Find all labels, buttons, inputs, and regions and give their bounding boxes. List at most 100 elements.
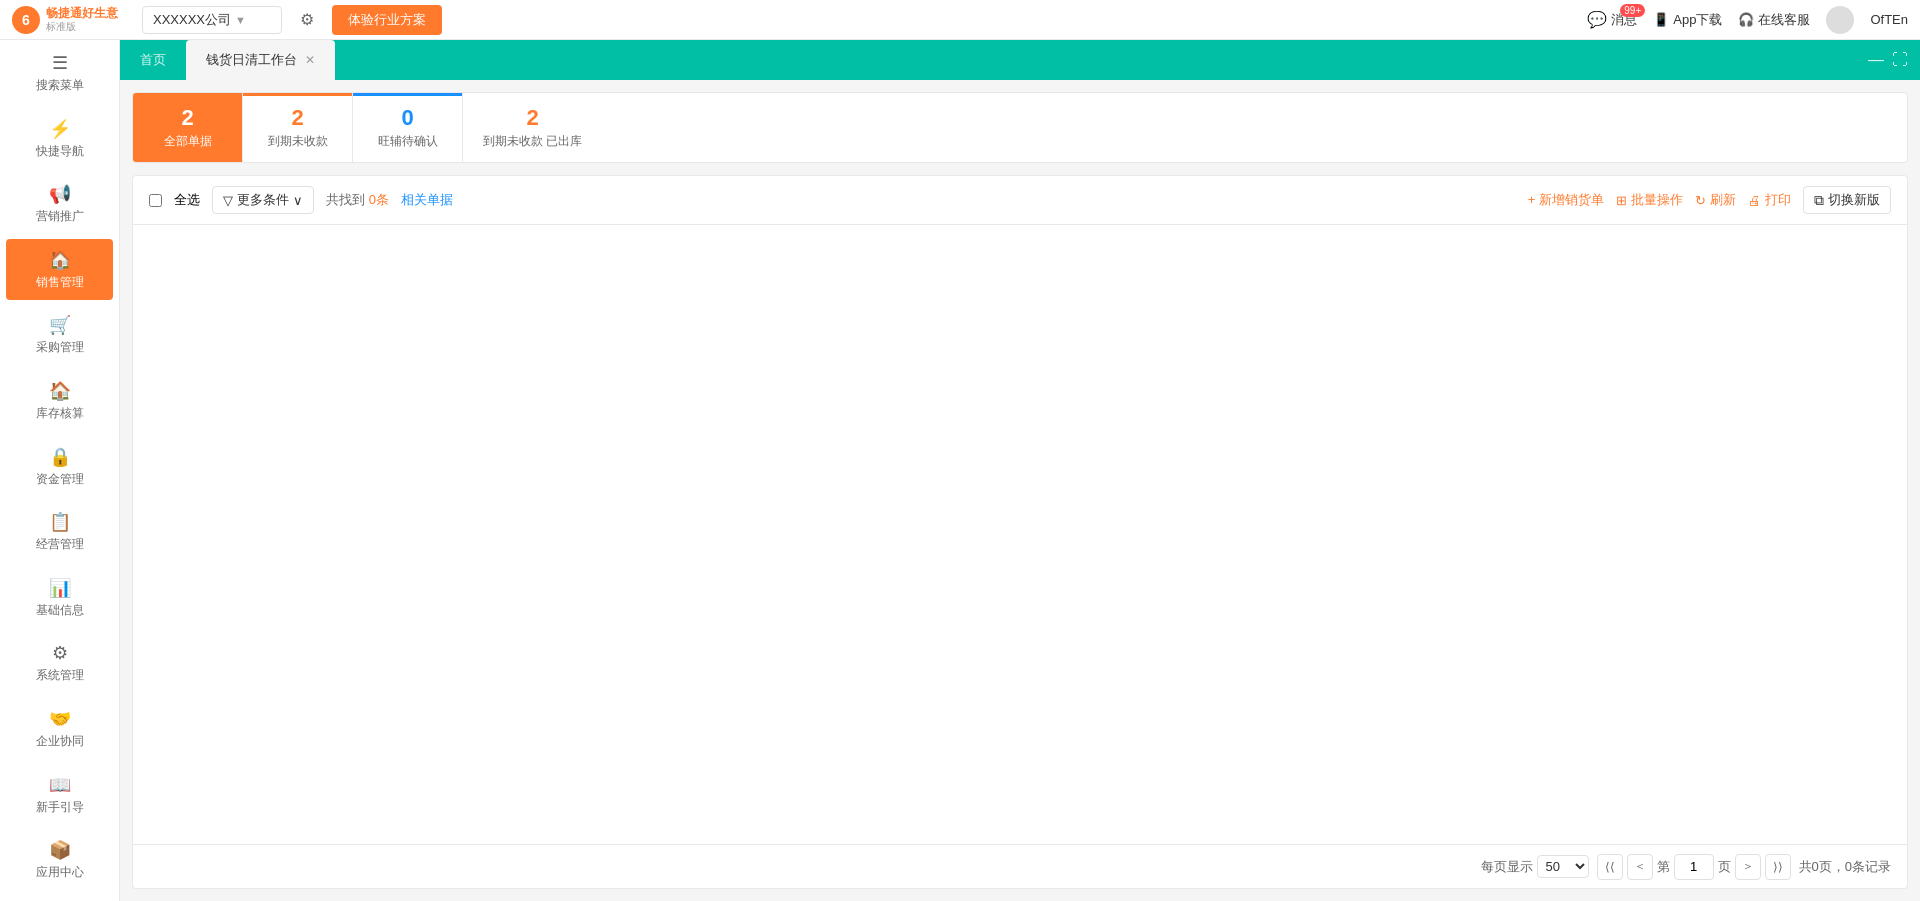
basic-info-icon: 📊	[49, 577, 71, 599]
tab-minimize-button[interactable]: —	[1868, 51, 1884, 69]
sidebar-label-purchase: 采购管理	[36, 340, 84, 356]
switch-icon: ⧉	[1814, 192, 1824, 209]
settings-button[interactable]: ⚙	[292, 5, 322, 35]
company-selector[interactable]: XXXXXX公司 ▼	[142, 6, 282, 34]
experience-btn[interactable]: 体验行业方案	[332, 5, 442, 35]
sidebar-label-search-menu: 搜索菜单	[36, 78, 84, 94]
sidebar-item-enterprise[interactable]: 🤝 企业协同	[6, 698, 113, 760]
tab-maximize-button[interactable]: ⛶	[1892, 51, 1908, 69]
sidebar-item-search-menu[interactable]: ☰ 搜索菜单	[6, 42, 113, 104]
stats-tabs: 2 全部单据 2 到期未收款 0 旺辅待确认 2 到期未收款 已出库	[132, 92, 1908, 163]
found-count: 0条	[369, 192, 389, 207]
sidebar-label-app-center: 应用中心	[36, 865, 84, 881]
filter-button[interactable]: ▽ 更多条件 ∨	[212, 186, 314, 214]
online-service-label: 在线客服	[1758, 11, 1810, 29]
sidebar-label-enterprise: 企业协同	[36, 734, 84, 750]
tab-bar-actions: — ⛶	[1868, 51, 1920, 69]
online-service-button[interactable]: 🎧 在线客服	[1738, 11, 1810, 29]
page-label-end: 页	[1718, 858, 1731, 876]
message-badge: 99+	[1620, 4, 1645, 17]
first-page-button[interactable]: ⟨⟨	[1597, 854, 1623, 880]
found-text: 共找到 0条	[326, 191, 389, 209]
page-content: 2 全部单据 2 到期未收款 0 旺辅待确认 2 到期未收款 已出库	[120, 80, 1920, 901]
next-page-button[interactable]: ＞	[1735, 854, 1761, 880]
sidebar-item-sales[interactable]: 🏠 销售管理	[6, 239, 113, 301]
last-page-button[interactable]: ⟩⟩	[1765, 854, 1791, 880]
batch-operation-button[interactable]: ⊞ 批量操作	[1616, 191, 1683, 209]
sidebar-label-system: 系统管理	[36, 668, 84, 684]
found-prefix: 共找到	[326, 192, 365, 207]
related-link[interactable]: 相关单据	[401, 191, 453, 209]
capital-icon: 🔒	[49, 446, 71, 468]
sales-icon: 🏠	[49, 249, 71, 271]
refresh-button[interactable]: ↻ 刷新	[1695, 191, 1736, 209]
tab-home-label: 首页	[140, 51, 166, 69]
pending-top-border	[353, 93, 462, 96]
tab-work[interactable]: 钱货日清工作台 ✕	[186, 40, 335, 80]
sidebar-label-guide: 新手引导	[36, 800, 84, 816]
stat-tab-shipped[interactable]: 2 到期未收款 已出库	[463, 93, 602, 162]
stat-tab-pending[interactable]: 0 旺辅待确认	[353, 93, 463, 162]
content-area: 首页 钱货日清工作台 ✕ — ⛶ 2 全部单据 2	[120, 40, 1920, 901]
sidebar-label-basic-info: 基础信息	[36, 603, 84, 619]
top-header: 6 畅捷通好生意 标准版 XXXXXX公司 ▼ ⚙ 体验行业方案 💬 消息 99…	[0, 0, 1920, 40]
sidebar-item-quick-nav[interactable]: ⚡ 快捷导航	[6, 108, 113, 170]
enterprise-icon: 🤝	[49, 708, 71, 730]
main-layout: ☰ 搜索菜单 ⚡ 快捷导航 📢 营销推广 🏠 销售管理 🛒 采购管理 🏠 库存核…	[0, 40, 1920, 901]
stat-tab-overdue[interactable]: 2 到期未收款	[243, 93, 353, 162]
tab-home[interactable]: 首页	[120, 40, 186, 80]
tab-close-icon[interactable]: ✕	[305, 53, 315, 67]
stat-tab-all[interactable]: 2 全部单据	[133, 93, 243, 162]
sidebar-item-operation[interactable]: 📋 经营管理	[6, 501, 113, 563]
toolbar: 全选 ▽ 更多条件 ∨ 共找到 0条 相关单据 + 新增销货单 ⊞	[132, 175, 1908, 225]
switch-label: 切换新版	[1828, 191, 1880, 209]
page-size-label: 每页显示	[1481, 858, 1533, 876]
app-center-icon: 📦	[49, 839, 71, 861]
prev-page-button[interactable]: ＜	[1627, 854, 1653, 880]
page-label: 第	[1657, 858, 1670, 876]
purchase-icon: 🛒	[49, 314, 71, 336]
sidebar-item-system[interactable]: ⚙ 系统管理	[6, 632, 113, 694]
user-avatar[interactable]	[1826, 6, 1854, 34]
inventory-icon: 🏠	[49, 380, 71, 402]
sidebar-item-wechat[interactable]: 💬 企业微信	[6, 895, 113, 901]
stat-label-all: 全部单据	[153, 133, 222, 150]
page-size-select[interactable]: 50 100 200	[1537, 855, 1589, 878]
filter-label: 更多条件	[237, 191, 289, 209]
print-label: 打印	[1765, 191, 1791, 209]
sidebar-item-capital[interactable]: 🔒 资金管理	[6, 436, 113, 498]
batch-icon: ⊞	[1616, 193, 1627, 208]
print-button[interactable]: 🖨 打印	[1748, 191, 1791, 209]
sidebar-item-app-center[interactable]: 📦 应用中心	[6, 829, 113, 891]
table-area	[132, 225, 1908, 845]
select-all-checkbox[interactable]	[149, 194, 162, 207]
toolbar-right: + 新增销货单 ⊞ 批量操作 ↻ 刷新 🖨 打印 ⧉	[1528, 186, 1891, 214]
system-icon: ⚙	[52, 642, 68, 664]
header-right: 💬 消息 99+ 📱 App下载 🎧 在线客服 OfTEn	[1587, 6, 1908, 34]
user-name[interactable]: OfTEn	[1870, 12, 1908, 27]
message-button[interactable]: 💬 消息 99+	[1587, 10, 1637, 29]
guide-icon: 📖	[49, 774, 71, 796]
app-download-label: App下载	[1673, 11, 1722, 29]
page-number-input[interactable]: 1	[1674, 854, 1714, 880]
app-download-button[interactable]: 📱 App下载	[1653, 11, 1722, 29]
logo-area: 6 畅捷通好生意 标准版	[12, 6, 132, 34]
sidebar-item-basic-info[interactable]: 📊 基础信息	[6, 567, 113, 629]
batch-label: 批量操作	[1631, 191, 1683, 209]
pagination-bar: 每页显示 50 100 200 ⟨⟨ ＜ 第 1 页 ＞ ⟩⟩ 共0页，0	[132, 845, 1908, 889]
logo-icon: 6	[12, 6, 40, 34]
filter-icon: ▽	[223, 193, 233, 208]
message-icon: 💬	[1587, 10, 1607, 29]
sidebar-item-inventory[interactable]: 🏠 库存核算	[6, 370, 113, 432]
total-info: 共0页，0条记录	[1799, 858, 1891, 876]
sidebar-label-sales: 销售管理	[36, 275, 84, 291]
sidebar-label-capital: 资金管理	[36, 472, 84, 488]
sidebar-item-marketing[interactable]: 📢 营销推广	[6, 173, 113, 235]
logo-title: 畅捷通好生意	[46, 6, 118, 20]
logo-subtitle: 标准版	[46, 21, 118, 33]
stat-num-overdue: 2	[263, 105, 332, 131]
switch-version-button[interactable]: ⧉ 切换新版	[1803, 186, 1891, 214]
add-sales-order-button[interactable]: + 新增销货单	[1528, 191, 1604, 209]
sidebar-item-purchase[interactable]: 🛒 采购管理	[6, 304, 113, 366]
sidebar-item-guide[interactable]: 📖 新手引导	[6, 764, 113, 826]
